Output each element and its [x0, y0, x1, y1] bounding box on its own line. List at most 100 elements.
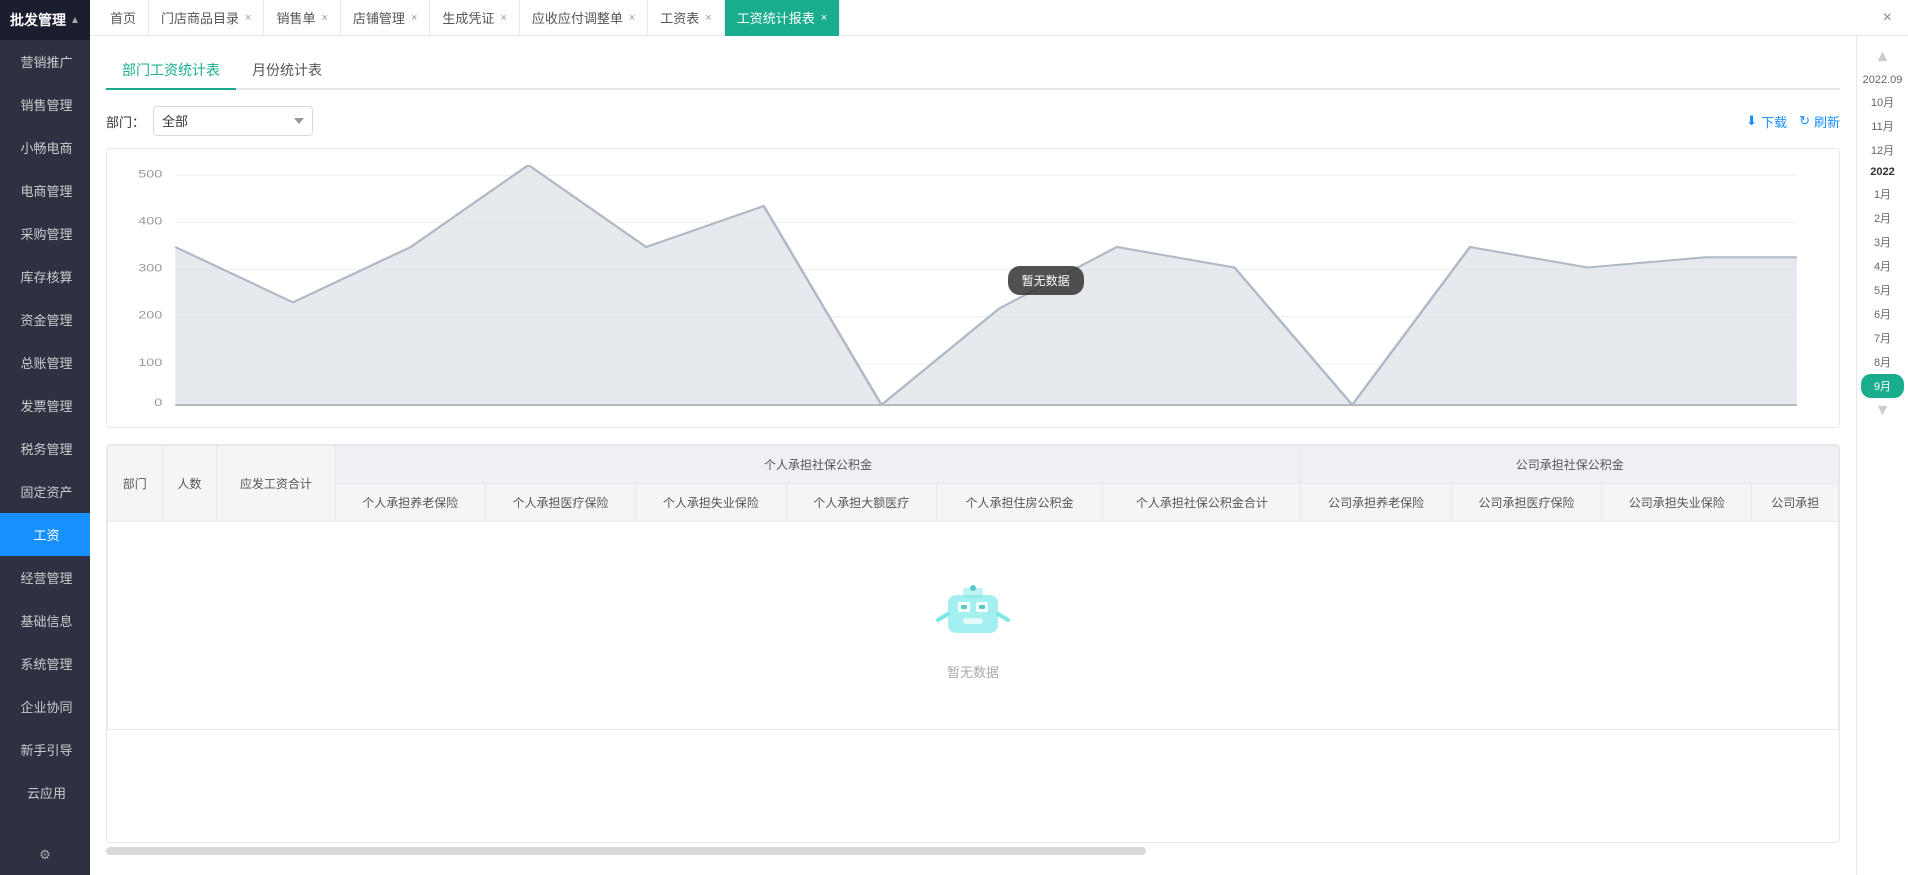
th-p-pension: 个人承担养老保险 [335, 484, 485, 522]
sidebar-item-6[interactable]: 资金管理 [0, 298, 90, 341]
timeline-panel: ▲2022.0910月11月12月20221月2月3月4月5月6月7月8月9月▼ [1856, 36, 1908, 875]
sidebar-item-15[interactable]: 企业协同 [0, 685, 90, 728]
th-c-medical: 公司承担医疗保险 [1451, 484, 1601, 522]
refresh-button[interactable]: ↻ 刷新 [1799, 112, 1840, 131]
tab-label-7: 工资统计报表 [737, 8, 815, 27]
sidebar-item-3[interactable]: 电商管理 [0, 169, 90, 212]
tab-2[interactable]: 销售单× [264, 0, 340, 36]
bottom-scrollbar[interactable] [106, 847, 1146, 855]
svg-text:200: 200 [138, 308, 162, 321]
empty-state-row: 暂无数据 [108, 522, 1839, 730]
tab-close-2[interactable]: × [321, 12, 327, 24]
timeline-month-11[interactable]: 7月 [1857, 326, 1908, 350]
tab-1[interactable]: 门店商品目录 × [149, 0, 264, 36]
svg-text:400: 400 [138, 214, 162, 227]
empty-state-cell: 暂无数据 [108, 522, 1839, 730]
tabs-bar: 首页门店商品目录×销售单×店铺管理×生成凭证×应收应付调整单×工资表×工资统计报… [90, 0, 1908, 36]
tab-3[interactable]: 店铺管理× [341, 0, 430, 36]
data-table: 部门 人数 应发工资合计 个人承担社保公积金 公司承担社保公积金 个人承担养老保… [107, 445, 1839, 730]
sidebar-title-text: 批发管理 [10, 10, 66, 30]
tab-close-6[interactable]: × [705, 12, 711, 24]
tab-7[interactable]: 工资统计报表 × [725, 0, 840, 36]
sidebar-item-1[interactable]: 销售管理 [0, 83, 90, 126]
th-p-major-medical: 个人承担大额医疗 [786, 484, 936, 522]
sidebar-item-17[interactable]: 云应用 [0, 771, 90, 814]
sidebar-item-7[interactable]: 总账管理 [0, 341, 90, 384]
tab-close-1[interactable]: × [245, 12, 251, 24]
th-company-group: 公司承担社保公积金 [1301, 446, 1839, 484]
sidebar-item-14[interactable]: 系统管理 [0, 642, 90, 685]
th-c-more: 公司承担 [1752, 484, 1839, 522]
tab-label-6: 工资表 [660, 8, 699, 27]
tab-label-4: 生成凭证 [442, 8, 494, 27]
th-p-total: 个人承担社保公积金合计 [1103, 484, 1301, 522]
sidebar-item-11[interactable]: 工资 [0, 513, 90, 556]
empty-icon [933, 570, 1013, 650]
tab-label-0: 首页 [110, 8, 136, 27]
chart-svg: 500 400 300 200 100 0 [123, 165, 1823, 411]
timeline-month-7[interactable]: 3月 [1857, 230, 1908, 254]
sub-tab-0[interactable]: 部门工资统计表 [106, 52, 236, 90]
tab-5[interactable]: 应收应付调整单× [520, 0, 648, 36]
content-area: 部门工资统计表月份统计表 部门： 全部 ⬇ 下载 ↻ 刷新 [90, 36, 1908, 875]
sidebar-item-10[interactable]: 固定资产 [0, 470, 90, 513]
timeline-month-3[interactable]: 12月 [1857, 138, 1908, 162]
tabs-container: 首页门店商品目录×销售单×店铺管理×生成凭证×应收应付调整单×工资表×工资统计报… [98, 0, 1875, 36]
refresh-icon: ↻ [1799, 113, 1810, 129]
timeline-month-6[interactable]: 2月 [1857, 206, 1908, 230]
sidebar-title[interactable]: 批发管理 ▲ [0, 0, 90, 40]
sidebar-item-8[interactable]: 发票管理 [0, 384, 90, 427]
dept-select[interactable]: 全部 [153, 106, 313, 136]
sidebar-collapse-icon: ▲ [70, 15, 80, 26]
dept-label: 部门： [106, 112, 145, 131]
svg-text:300: 300 [138, 261, 162, 274]
timeline-month-0[interactable]: 2022.09 [1857, 70, 1908, 90]
close-all-tabs[interactable]: × [1875, 9, 1900, 27]
sidebar-item-9[interactable]: 税务管理 [0, 427, 90, 470]
tab-close-4[interactable]: × [500, 12, 506, 24]
toolbar-left: 部门： 全部 [106, 106, 313, 136]
sub-tab-1[interactable]: 月份统计表 [236, 52, 338, 90]
tab-6[interactable]: 工资表 × [648, 0, 724, 36]
settings-icon: ⚙ [39, 847, 51, 862]
sidebar-items: 营销推广销售管理小畅电商电商管理采购管理库存核算资金管理总账管理发票管理税务管理… [0, 40, 90, 814]
sidebar-item-12[interactable]: 经营管理 [0, 556, 90, 599]
sub-tabs: 部门工资统计表月份统计表 [106, 52, 1840, 90]
sidebar-item-16[interactable]: 新手引导 [0, 728, 90, 771]
toolbar-right: ⬇ 下载 ↻ 刷新 [1746, 112, 1840, 131]
sidebar-item-0[interactable]: 营销推广 [0, 40, 90, 83]
th-p-medical: 个人承担医疗保险 [485, 484, 635, 522]
th-salary: 应发工资合计 [217, 446, 335, 522]
table-wrapper: 部门 人数 应发工资合计 个人承担社保公积金 公司承担社保公积金 个人承担养老保… [106, 444, 1840, 843]
download-icon: ⬇ [1746, 113, 1757, 129]
download-button[interactable]: ⬇ 下载 [1746, 112, 1787, 131]
tab-close-5[interactable]: × [629, 12, 635, 24]
settings-button[interactable]: ⚙ [0, 835, 90, 875]
timeline-up-arrow[interactable]: ▲ [1875, 44, 1891, 70]
sidebar-item-5[interactable]: 库存核算 [0, 255, 90, 298]
table-header-row-2: 个人承担养老保险 个人承担医疗保险 个人承担失业保险 个人承担大额医疗 个人承担… [108, 484, 1839, 522]
sidebar-item-4[interactable]: 采购管理 [0, 212, 90, 255]
close-icon: × [1883, 9, 1892, 27]
sidebar-item-2[interactable]: 小畅电商 [0, 126, 90, 169]
refresh-label: 刷新 [1814, 112, 1840, 131]
timeline-month-9[interactable]: 5月 [1857, 278, 1908, 302]
timeline-month-13[interactable]: 9月 [1861, 374, 1904, 398]
sidebar-item-13[interactable]: 基础信息 [0, 599, 90, 642]
timeline-month-2[interactable]: 11月 [1857, 114, 1908, 138]
sidebar: 批发管理 ▲ 营销推广销售管理小畅电商电商管理采购管理库存核算资金管理总账管理发… [0, 0, 90, 875]
timeline-down-arrow[interactable]: ▼ [1875, 398, 1891, 424]
timeline-month-1[interactable]: 10月 [1857, 90, 1908, 114]
timeline-month-4[interactable]: 2022 [1857, 162, 1908, 182]
empty-state: 暂无数据 [116, 530, 1830, 721]
chart-container: 500 400 300 200 100 0 [106, 148, 1840, 428]
tab-0[interactable]: 首页 [98, 0, 149, 36]
timeline-month-10[interactable]: 6月 [1857, 302, 1908, 326]
tab-close-7[interactable]: × [821, 12, 827, 24]
tab-label-1: 门店商品目录 [161, 8, 239, 27]
timeline-month-8[interactable]: 4月 [1857, 254, 1908, 278]
timeline-month-12[interactable]: 8月 [1857, 350, 1908, 374]
tab-4[interactable]: 生成凭证 × [430, 0, 519, 36]
tab-close-3[interactable]: × [411, 12, 417, 24]
timeline-month-5[interactable]: 1月 [1857, 182, 1908, 206]
